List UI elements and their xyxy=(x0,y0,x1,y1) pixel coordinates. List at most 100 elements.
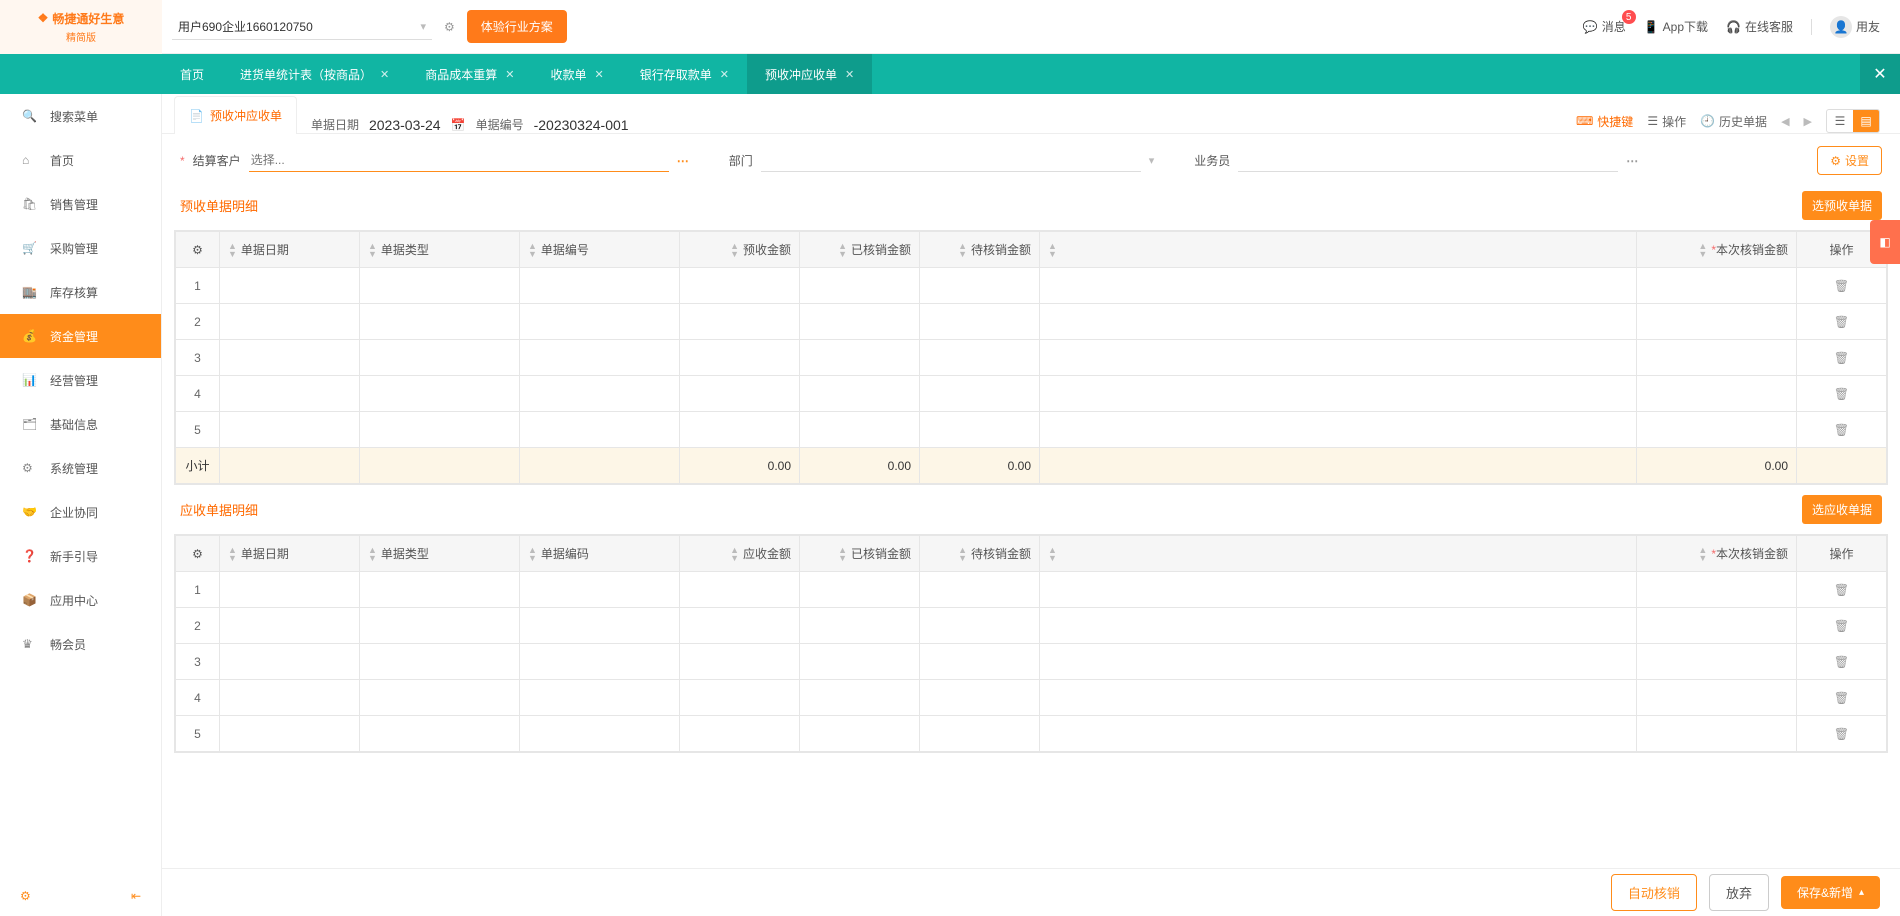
gear-icon[interactable]: ⚙ xyxy=(444,20,455,34)
settings-button[interactable]: ⚙设置 xyxy=(1817,146,1882,175)
app-download-link[interactable]: 📱App下载 xyxy=(1644,18,1708,35)
tenant-selector[interactable]: 用户690企业1660120750 ▾ xyxy=(172,14,432,40)
col-header[interactable]: ▲▼*本次核销金额 xyxy=(1637,536,1797,572)
col-header[interactable]: ▲▼ xyxy=(1040,536,1637,572)
doc-date-value[interactable]: 2023-03-24 xyxy=(369,117,441,133)
customer-input[interactable] xyxy=(249,149,669,172)
industry-plan-button[interactable]: 体验行业方案 xyxy=(467,10,567,43)
tab-预收冲应收单[interactable]: 预收冲应收单✕ xyxy=(747,54,872,94)
right-rail-tab[interactable]: ◧ xyxy=(1870,220,1900,264)
sidebar-item-应用中心[interactable]: 📦应用中心 xyxy=(0,578,161,622)
messages-link[interactable]: 💬消息 5 xyxy=(1583,18,1626,35)
hotkey-link[interactable]: ⌨快捷键 xyxy=(1576,113,1633,130)
delete-icon[interactable]: 🗑 xyxy=(1834,655,1849,669)
close-icon[interactable]: ✕ xyxy=(845,68,854,81)
customer-picker-icon[interactable]: ⋯ xyxy=(677,154,689,168)
table-row[interactable]: 2🗑 xyxy=(176,608,1887,644)
sidebar-item-首页[interactable]: ⌂首页 xyxy=(0,138,161,182)
sidebar-item-搜索菜单[interactable]: 🔍搜索菜单 xyxy=(0,94,161,138)
tab-银行存取款单[interactable]: 银行存取款单✕ xyxy=(622,54,747,94)
col-header[interactable]: ▲▼已核销金额 xyxy=(800,232,920,268)
grid-settings-icon[interactable]: ⚙ xyxy=(176,232,220,268)
sales-picker-icon[interactable]: ⋯ xyxy=(1626,154,1638,168)
delete-icon[interactable]: 🗑 xyxy=(1834,691,1849,705)
col-header[interactable]: ▲▼*本次核销金额 xyxy=(1637,232,1797,268)
prev-icon[interactable]: ◀ xyxy=(1781,115,1789,128)
table-row[interactable]: 3🗑 xyxy=(176,644,1887,680)
table-row[interactable]: 1🗑 xyxy=(176,572,1887,608)
table-row[interactable]: 5🗑 xyxy=(176,716,1887,752)
pick-receivable-button[interactable]: 选应收单据 xyxy=(1802,495,1882,524)
operations-link[interactable]: ☰操作 xyxy=(1647,113,1686,130)
table-row[interactable]: 5🗑 xyxy=(176,412,1887,448)
tab-进货单统计表（按商品）[interactable]: 进货单统计表（按商品）✕ xyxy=(222,54,407,94)
table-row[interactable]: 1🗑 xyxy=(176,268,1887,304)
col-header[interactable]: ▲▼待核销金额 xyxy=(920,536,1040,572)
sidebar-item-畅会员[interactable]: ♛畅会员 xyxy=(0,622,161,666)
history-link[interactable]: 🕘历史单据 xyxy=(1700,113,1767,130)
collapse-icon[interactable]: ⇤ xyxy=(131,889,141,903)
col-header[interactable]: ▲▼预收金额 xyxy=(680,232,800,268)
sidebar-item-企业协同[interactable]: 🤝企业协同 xyxy=(0,490,161,534)
delete-icon[interactable]: 🗑 xyxy=(1834,619,1849,633)
tab-收款单[interactable]: 收款单✕ xyxy=(532,54,621,94)
doc-date-label: 单据日期 xyxy=(311,116,359,133)
menu-icon: 📦 xyxy=(22,593,40,607)
sales-input[interactable] xyxy=(1238,149,1618,172)
subtotal-row: 小计0.000.000.000.00 xyxy=(176,448,1887,484)
settings-icon[interactable]: ⚙ xyxy=(20,889,31,903)
sidebar-item-库存核算[interactable]: 🏬库存核算 xyxy=(0,270,161,314)
sales-label: 业务员 xyxy=(1194,152,1230,169)
sidebar-item-系统管理[interactable]: ⚙系统管理 xyxy=(0,446,161,490)
menu-icon: ♛ xyxy=(22,637,40,651)
grid-settings-icon[interactable]: ⚙ xyxy=(176,536,220,572)
tab-首页[interactable]: 首页 xyxy=(162,54,222,94)
close-icon[interactable]: ✕ xyxy=(380,68,389,81)
table-row[interactable]: 4🗑 xyxy=(176,680,1887,716)
tab-商品成本重算[interactable]: 商品成本重算✕ xyxy=(407,54,532,94)
sidebar-item-新手引导[interactable]: ❓新手引导 xyxy=(0,534,161,578)
sidebar-item-经营管理[interactable]: 📊经营管理 xyxy=(0,358,161,402)
chevron-down-icon[interactable]: ▾ xyxy=(1149,154,1155,167)
support-link[interactable]: 🎧在线客服 xyxy=(1726,18,1793,35)
close-icon[interactable]: ✕ xyxy=(595,68,604,81)
page-tab[interactable]: 📄 预收冲应收单 xyxy=(174,96,297,134)
sidebar-item-基础信息[interactable]: 🗂基础信息 xyxy=(0,402,161,446)
user-menu[interactable]: 👤用友 xyxy=(1830,16,1880,38)
col-header[interactable]: ▲▼已核销金额 xyxy=(800,536,920,572)
next-icon[interactable]: ▶ xyxy=(1804,115,1812,128)
view-list-icon[interactable]: ☰ xyxy=(1827,110,1853,132)
delete-icon[interactable]: 🗑 xyxy=(1834,727,1849,741)
close-all-tabs[interactable]: ✕ xyxy=(1860,54,1900,94)
close-icon[interactable]: ✕ xyxy=(720,68,729,81)
table-row[interactable]: 4🗑 xyxy=(176,376,1887,412)
col-header[interactable]: ▲▼单据日期 xyxy=(220,536,360,572)
close-icon[interactable]: ✕ xyxy=(505,68,514,81)
col-header[interactable]: ▲▼单据类型 xyxy=(360,232,520,268)
col-header[interactable]: ▲▼单据编码 xyxy=(520,536,680,572)
calendar-icon[interactable]: 📅 xyxy=(451,118,466,132)
delete-icon[interactable]: 🗑 xyxy=(1834,583,1849,597)
delete-icon[interactable]: 🗑 xyxy=(1834,387,1849,401)
discard-button[interactable]: 放弃 xyxy=(1709,874,1769,911)
sidebar-item-资金管理[interactable]: 💰资金管理 xyxy=(0,314,161,358)
auto-match-button[interactable]: 自动核销 xyxy=(1611,874,1697,911)
col-header[interactable]: ▲▼应收金额 xyxy=(680,536,800,572)
table-row[interactable]: 3🗑 xyxy=(176,340,1887,376)
delete-icon[interactable]: 🗑 xyxy=(1834,423,1849,437)
col-header[interactable]: ▲▼待核销金额 xyxy=(920,232,1040,268)
delete-icon[interactable]: 🗑 xyxy=(1834,351,1849,365)
table-row[interactable]: 2🗑 xyxy=(176,304,1887,340)
delete-icon[interactable]: 🗑 xyxy=(1834,279,1849,293)
pick-prepay-button[interactable]: 选预收单据 xyxy=(1802,191,1882,220)
delete-icon[interactable]: 🗑 xyxy=(1834,315,1849,329)
save-new-button[interactable]: 保存&新增▴ xyxy=(1781,876,1880,909)
col-header[interactable]: ▲▼单据编号 xyxy=(520,232,680,268)
dept-input[interactable] xyxy=(761,149,1141,172)
sidebar-item-采购管理[interactable]: 🛒采购管理 xyxy=(0,226,161,270)
col-header[interactable]: ▲▼单据类型 xyxy=(360,536,520,572)
sidebar-item-销售管理[interactable]: 🛍销售管理 xyxy=(0,182,161,226)
view-detail-icon[interactable]: ▤ xyxy=(1853,110,1879,132)
col-header[interactable]: ▲▼ xyxy=(1040,232,1637,268)
col-header[interactable]: ▲▼单据日期 xyxy=(220,232,360,268)
